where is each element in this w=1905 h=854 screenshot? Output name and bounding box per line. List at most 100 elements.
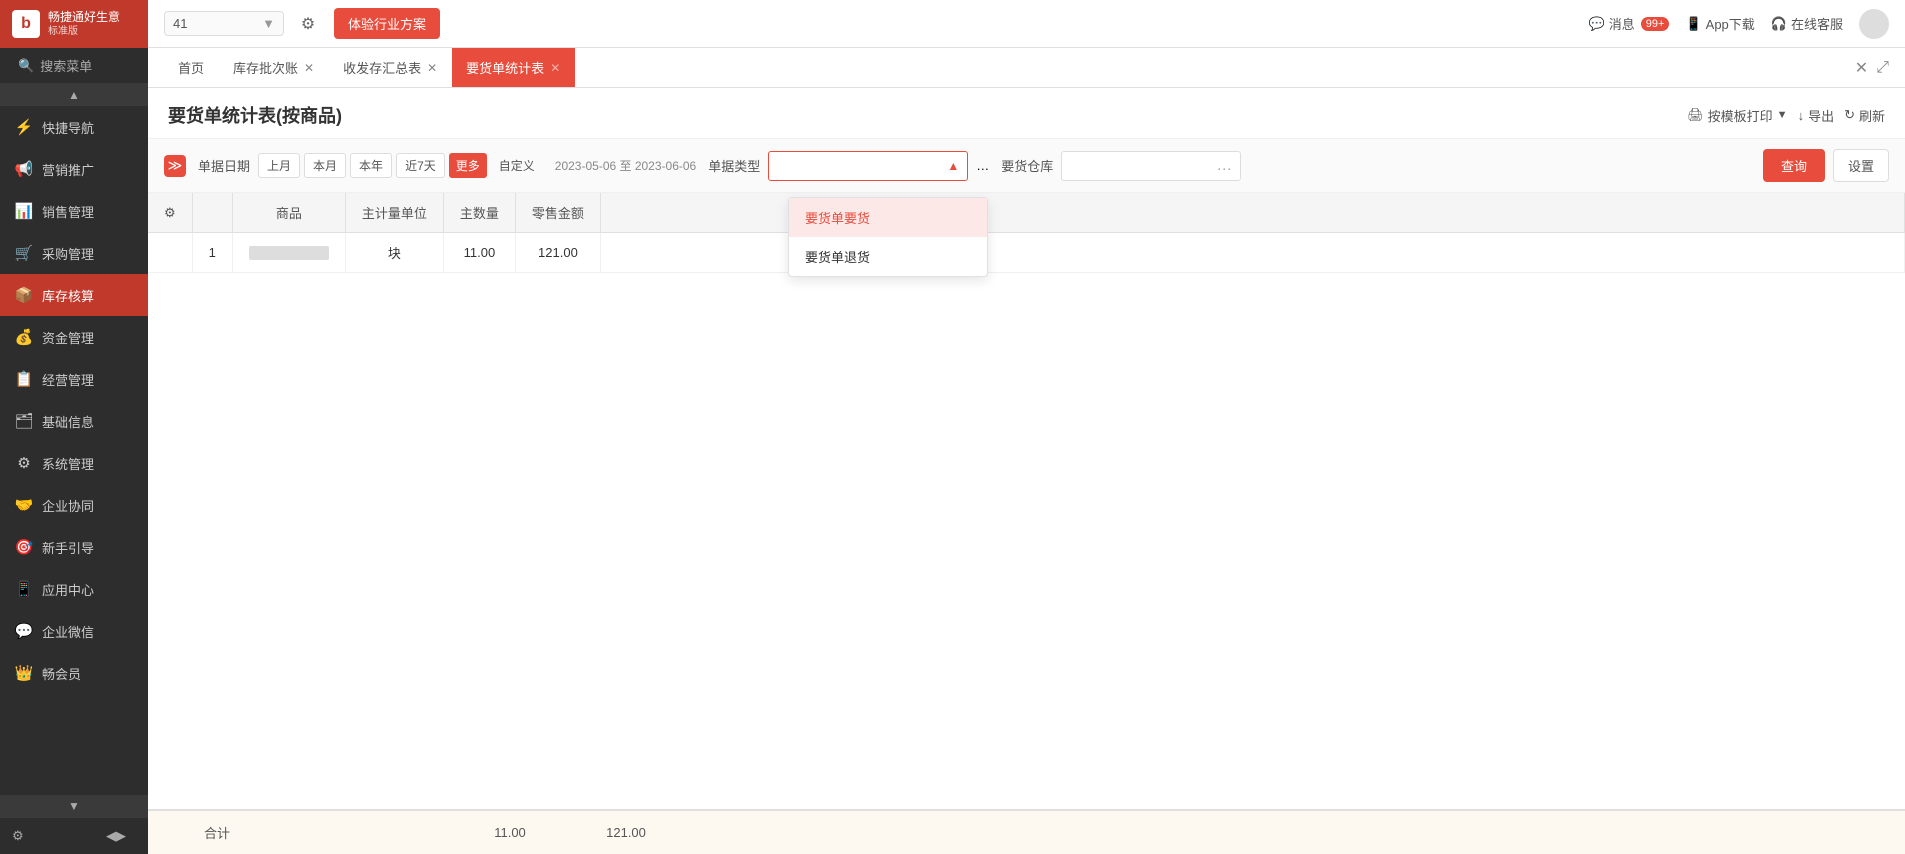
tab-send-receive[interactable]: 收发存汇总表 ✕ xyxy=(329,48,452,87)
message-btn[interactable]: 💬 消息 99+ xyxy=(1589,14,1670,33)
col-unit: 主计量单位 xyxy=(345,193,443,233)
date-custom-btn[interactable]: 自定义 xyxy=(491,154,543,177)
warehouse-filter-value xyxy=(1070,156,1210,176)
guide-icon: 🎯 xyxy=(14,537,34,557)
row-settings-cell xyxy=(148,233,192,273)
date-more-btn[interactable]: 更多 xyxy=(449,153,487,178)
sidebar-item-guide[interactable]: 🎯 新手引导 xyxy=(0,526,148,568)
tab-actions: ✕ ⤢ xyxy=(1855,58,1889,78)
search-icon: 🔍 xyxy=(18,58,34,74)
tab-close-all-btn[interactable]: ✕ xyxy=(1855,58,1868,78)
date-year-btn[interactable]: 本年 xyxy=(350,153,392,178)
row-unit-cell: 块 xyxy=(345,233,443,273)
message-icon: 💬 xyxy=(1589,16,1605,32)
top-bar-left: 41 ▼ ⚙ 体验行业方案 xyxy=(164,8,1589,39)
sidebar-nav: ⚡ 快捷导航 📢 营销推广 📊 销售管理 🛒 采购管理 📦 库存核算 💰 资金管… xyxy=(0,106,148,795)
type-dropdown: 要货单要货 要货单退货 xyxy=(788,197,988,277)
sidebar-logo: b 畅捷通好生意 标准版 xyxy=(0,0,148,48)
date-current-btn[interactable]: 本月 xyxy=(304,153,346,178)
operations-icon: 📋 xyxy=(14,369,34,389)
sidebar-item-sales[interactable]: 📊 销售管理 xyxy=(0,190,148,232)
main-area: 41 ▼ ⚙ 体验行业方案 💬 消息 99+ 📱 App下载 🎧 在线客服 xyxy=(148,0,1905,854)
tab-close-batch-account[interactable]: ✕ xyxy=(304,61,314,75)
date-week7-btn[interactable]: 近7天 xyxy=(396,153,445,178)
sidebar-item-operations[interactable]: 📋 经营管理 xyxy=(0,358,148,400)
sidebar-scroll-up[interactable]: ▲ xyxy=(0,84,148,106)
query-btn[interactable]: 查询 xyxy=(1763,149,1825,182)
topbar-gear-btn[interactable]: ⚙ xyxy=(294,10,322,38)
date-prev-btn[interactable]: 上月 xyxy=(258,153,300,178)
sidebar-item-wechat[interactable]: 💬 企业微信 xyxy=(0,610,148,652)
export-btn[interactable]: ↓ 导出 xyxy=(1798,106,1835,125)
tab-close-send-receive[interactable]: ✕ xyxy=(427,61,437,75)
trial-btn[interactable]: 体验行业方案 xyxy=(334,8,440,39)
sidebar-item-quick-nav[interactable]: ⚡ 快捷导航 xyxy=(0,106,148,148)
sidebar-item-app-center[interactable]: 📱 应用中心 xyxy=(0,568,148,610)
filter-bar: ≫ 单据日期 上月 本月 本年 近7天 更多 自定义 2023-05-06 至 … xyxy=(148,139,1905,193)
filter-toggle-btn[interactable]: ≫ xyxy=(164,155,186,177)
sidebar: b 畅捷通好生意 标准版 🔍 搜索菜单 ▲ ⚡ 快捷导航 📢 营销推广 📊 销售… xyxy=(0,0,148,854)
inventory-icon: 📦 xyxy=(14,285,34,305)
sidebar-item-basic-info[interactable]: 🗂 基础信息 xyxy=(0,400,148,442)
warehouse-filter-label: 要货仓库 xyxy=(1001,156,1053,175)
tab-close-order-stats[interactable]: ✕ xyxy=(550,61,560,75)
tab-bar: 首页 库存批次账 ✕ 收发存汇总表 ✕ 要货单统计表 ✕ ✕ ⤢ xyxy=(148,48,1905,88)
sidebar-search-btn[interactable]: 🔍 搜索菜单 xyxy=(0,48,148,84)
date-btns: 上月 本月 本年 近7天 更多 自定义 xyxy=(258,153,543,178)
footer-label: 合计 xyxy=(164,823,230,842)
warehouse-filter-more-icon[interactable]: … xyxy=(1216,157,1232,175)
sidebar-item-inventory[interactable]: 📦 库存核算 xyxy=(0,274,148,316)
logo-icon: b xyxy=(12,10,40,38)
refresh-btn[interactable]: ↻ 刷新 xyxy=(1844,106,1885,125)
sidebar-item-purchase[interactable]: 🛒 采购管理 xyxy=(0,232,148,274)
type-filter-label: 单据类型 xyxy=(708,156,760,175)
warehouse-filter-select[interactable]: … xyxy=(1061,151,1241,181)
col-settings[interactable]: ⚙ xyxy=(148,193,192,233)
footer-amount: 121.00 xyxy=(576,825,676,840)
top-bar: 41 ▼ ⚙ 体验行业方案 💬 消息 99+ 📱 App下载 🎧 在线客服 xyxy=(148,0,1905,48)
sidebar-item-finance[interactable]: 💰 资金管理 xyxy=(0,316,148,358)
user-avatar[interactable] xyxy=(1859,9,1889,39)
settings-btn[interactable]: 设置 xyxy=(1833,149,1889,182)
top-bar-right: 💬 消息 99+ 📱 App下载 🎧 在线客服 xyxy=(1589,9,1889,39)
data-table: ⚙ 商品 主计量单位 主数量 零售金额 1 xyxy=(148,193,1905,273)
sidebar-item-member[interactable]: 👑 畅会员 xyxy=(0,652,148,694)
type-filter-select[interactable]: ▲ xyxy=(768,151,968,181)
app-download-btn[interactable]: 📱 App下载 xyxy=(1685,14,1754,33)
refresh-icon: ↻ xyxy=(1844,107,1855,123)
export-icon: ↓ xyxy=(1798,108,1805,123)
type-filter-group: 单据类型 ▲ … xyxy=(708,151,989,181)
dropdown-item-order-return[interactable]: 要货单退货 xyxy=(789,237,987,276)
tab-batch-account[interactable]: 库存批次账 ✕ xyxy=(219,48,329,87)
sidebar-scroll-down[interactable]: ▼ xyxy=(0,795,148,817)
table-footer: 合计 11.00 121.00 xyxy=(148,809,1905,854)
row-quantity-cell: 11.00 xyxy=(443,233,515,273)
tab-home[interactable]: 首页 xyxy=(164,48,219,87)
footer-quantity: 11.00 xyxy=(460,825,560,840)
print-btn[interactable]: 🖨 按模板打印 ▼ xyxy=(1687,106,1787,125)
row-amount-cell: 121.00 xyxy=(515,233,600,273)
type-filter-more-icon[interactable]: … xyxy=(976,158,989,173)
sidebar-collapse-btn[interactable]: ◀▶ xyxy=(106,828,126,844)
store-selector[interactable]: 41 ▼ xyxy=(164,11,284,36)
date-filter-label: 单据日期 xyxy=(198,156,250,175)
wechat-icon: 💬 xyxy=(14,621,34,641)
sidebar-footer: ⚙ ◀▶ xyxy=(0,817,148,854)
tab-maximize-btn[interactable]: ⤢ xyxy=(1876,59,1889,77)
online-service-btn[interactable]: 🎧 在线客服 xyxy=(1771,14,1843,33)
sidebar-item-system[interactable]: ⚙ 系统管理 xyxy=(0,442,148,484)
finance-icon: 💰 xyxy=(14,327,34,347)
page-header: 要货单统计表(按商品) 🖨 按模板打印 ▼ ↓ 导出 ↻ 刷新 xyxy=(148,88,1905,139)
quick-nav-icon: ⚡ xyxy=(14,117,34,137)
purchase-icon: 🛒 xyxy=(14,243,34,263)
marketing-icon: 📢 xyxy=(14,159,34,179)
warehouse-filter-group: 要货仓库 … xyxy=(1001,151,1241,181)
page-title: 要货单统计表(按商品) xyxy=(168,102,342,128)
sidebar-settings-btn[interactable]: ⚙ xyxy=(12,828,24,844)
dropdown-item-order-goods[interactable]: 要货单要货 xyxy=(789,198,987,237)
sidebar-item-marketing[interactable]: 📢 营销推广 xyxy=(0,148,148,190)
phone-icon: 📱 xyxy=(1685,16,1701,32)
tab-order-stats[interactable]: 要货单统计表 ✕ xyxy=(452,48,575,87)
sidebar-item-enterprise[interactable]: 🤝 企业协同 xyxy=(0,484,148,526)
date-filter-group: 单据日期 上月 本月 本年 近7天 更多 自定义 2023-05-06 至 20… xyxy=(198,153,696,178)
